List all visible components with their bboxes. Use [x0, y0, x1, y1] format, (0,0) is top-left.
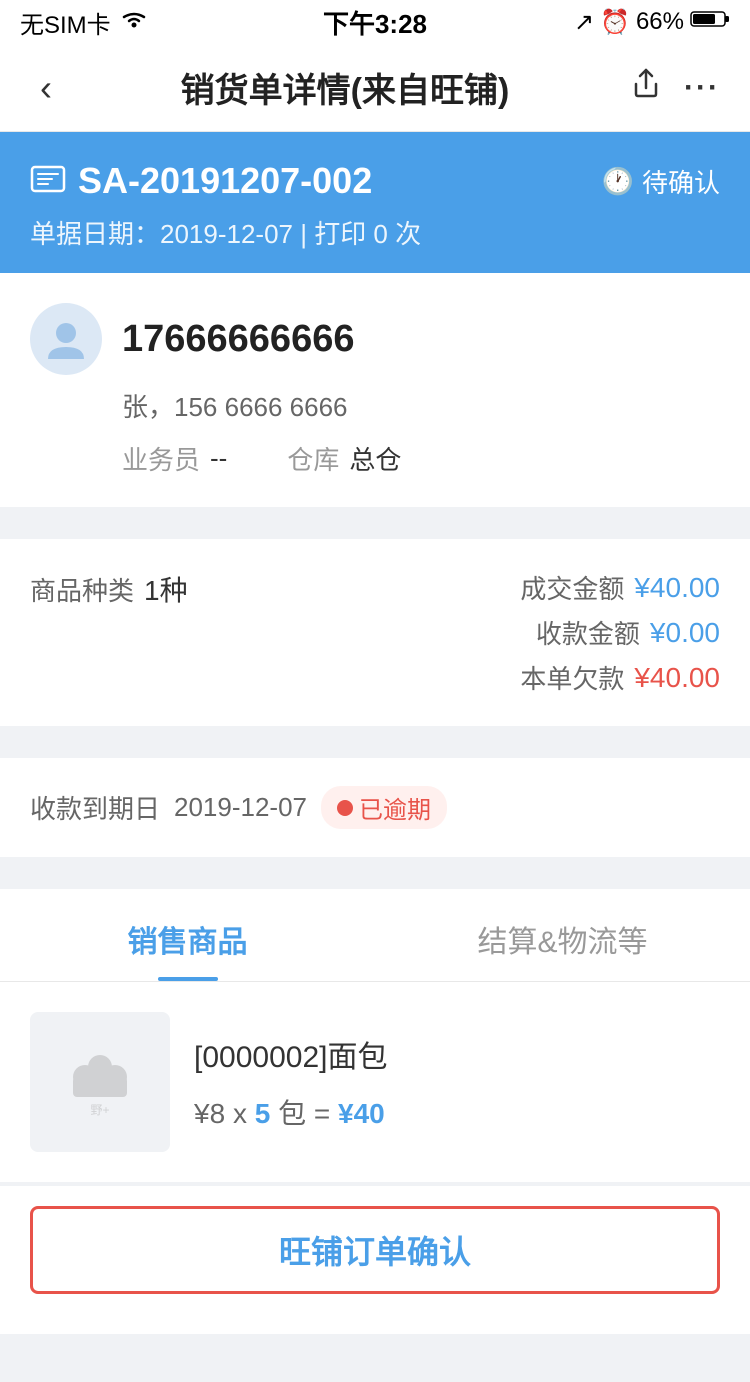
product-item: 野+ [0000002]面包 ¥8 x 5 包 = ¥40 [30, 1012, 720, 1152]
amount-label: 成交金额 [520, 569, 624, 606]
carrier-text: 无SIM卡 [20, 5, 111, 40]
product-total: ¥40 [338, 1098, 385, 1129]
customer-avatar [30, 303, 102, 375]
tabs-section: 销售商品 结算&物流等 [0, 889, 750, 982]
amount-row: 成交金额 ¥40.00 [520, 569, 720, 606]
status-clock-icon: 🕐 [602, 166, 634, 197]
status-text: 待确认 [642, 163, 720, 200]
due-date-label: 收款到期日 [30, 789, 160, 826]
product-type-value: 1种 [144, 569, 188, 609]
order-header: SA-20191207-002 🕐 待确认 单据日期：2019-12-07 | … [0, 132, 750, 273]
tab-settlement[interactable]: 结算&物流等 [375, 889, 750, 981]
product-price-formula: ¥8 x 5 包 = ¥40 [194, 1092, 720, 1132]
customer-meta: 业务员 -- 仓库 总仓 [30, 440, 720, 477]
nav-actions: ··· [628, 66, 720, 110]
tabs: 销售商品 结算&物流等 [0, 889, 750, 981]
due-date-section: 收款到期日 2019-12-07 已逾期 [0, 758, 750, 857]
stats-section: 商品种类 1种 成交金额 ¥40.00 收款金额 ¥0.00 本单欠款 ¥40.… [0, 539, 750, 726]
sales-rep: 业务员 -- [122, 440, 227, 477]
back-button[interactable]: ‹ [30, 57, 62, 119]
product-unit-price: ¥8 [194, 1098, 225, 1129]
product-info: [0000002]面包 ¥8 x 5 包 = ¥40 [194, 1032, 720, 1132]
status-bar-time: 下午3:28 [323, 4, 427, 41]
tab-products-label: 销售商品 [128, 926, 248, 959]
svg-text:野+: 野+ [90, 1103, 109, 1117]
divider-1 [0, 523, 750, 539]
product-name: [0000002]面包 [194, 1032, 720, 1076]
overdue-dot-icon [337, 800, 353, 816]
owed-value: ¥40.00 [634, 662, 720, 694]
share-button[interactable] [628, 66, 664, 110]
amount-value: ¥40.00 [634, 572, 720, 604]
order-status: 🕐 待确认 [602, 163, 720, 200]
product-section: 野+ [0000002]面包 ¥8 x 5 包 = ¥40 [0, 982, 750, 1182]
owed-label: 本单欠款 [520, 659, 624, 696]
warehouse-value: 总仓 [349, 440, 401, 477]
page-title: 销货单详情(来自旺铺) [181, 63, 510, 112]
battery-icon [690, 8, 730, 36]
product-unit: 包 [278, 1098, 306, 1129]
battery-text: 66% [636, 8, 684, 36]
order-id: SA-20191207-002 [30, 160, 372, 202]
overdue-text: 已逾期 [359, 790, 431, 825]
divider-3 [0, 857, 750, 873]
due-date-value: 2019-12-07 [174, 792, 307, 823]
customer-phone: 17666666666 [122, 318, 354, 361]
received-value: ¥0.00 [650, 617, 720, 649]
warehouse-label: 仓库 [287, 440, 339, 477]
alarm-icon: ⏰ [600, 8, 630, 37]
confirm-order-label: 旺铺订单确认 [279, 1227, 471, 1273]
product-type-label: 商品种类 [30, 571, 134, 608]
confirm-order-button[interactable]: 旺铺订单确认 [30, 1206, 720, 1294]
order-icon [30, 160, 66, 202]
overdue-badge: 已逾期 [321, 786, 447, 829]
status-bar: 无SIM卡 下午3:28 ↗ ⏰ 66% [0, 0, 750, 44]
received-row: 收款金额 ¥0.00 [536, 614, 720, 651]
order-date: 单据日期：2019-12-07 | 打印 0 次 [30, 214, 720, 251]
tab-products[interactable]: 销售商品 [0, 889, 375, 981]
location-icon: ↗ [574, 8, 594, 37]
nav-bar: ‹ 销货单详情(来自旺铺) ··· [0, 44, 750, 132]
order-number: SA-20191207-002 [78, 160, 372, 202]
wifi-icon [119, 8, 149, 36]
divider-2 [0, 742, 750, 758]
customer-section: 17666666666 张，156 6666 6666 业务员 -- 仓库 总仓 [0, 273, 750, 507]
sales-rep-label: 业务员 [122, 440, 200, 477]
product-type: 商品种类 1种 [30, 569, 375, 609]
more-button[interactable]: ··· [684, 71, 720, 105]
financial-stats: 成交金额 ¥40.00 收款金额 ¥0.00 本单欠款 ¥40.00 [375, 569, 720, 696]
sales-rep-value: -- [210, 443, 227, 474]
product-quantity: 5 [255, 1098, 271, 1129]
tab-settlement-label: 结算&物流等 [477, 926, 647, 959]
bottom-bar: 旺铺订单确认 [0, 1186, 750, 1334]
status-bar-right: ↗ ⏰ 66% [574, 8, 730, 37]
warehouse: 仓库 总仓 [287, 440, 401, 477]
customer-contact: 张，156 6666 6666 [30, 387, 720, 424]
received-label: 收款金额 [536, 614, 640, 651]
product-thumbnail: 野+ [30, 1012, 170, 1152]
owed-row: 本单欠款 ¥40.00 [520, 659, 720, 696]
status-bar-left: 无SIM卡 [20, 5, 149, 40]
